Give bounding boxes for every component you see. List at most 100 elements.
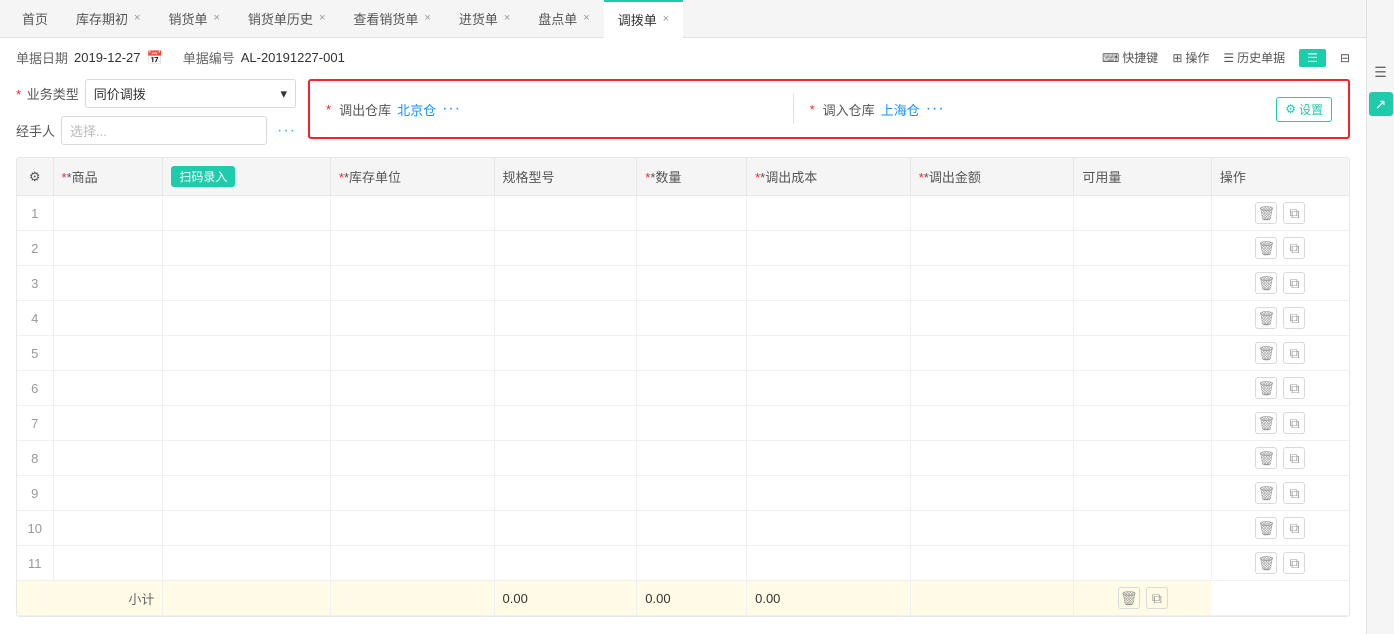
row-cost-11[interactable] bbox=[747, 546, 911, 581]
row-unit-3[interactable] bbox=[330, 266, 494, 301]
delete-row-9-button[interactable]: 🗑 bbox=[1255, 482, 1277, 504]
tab-view-sales[interactable]: 查看销货单 × bbox=[339, 0, 444, 38]
row-amount-7[interactable] bbox=[910, 406, 1074, 441]
operation-button[interactable]: ⊞ 操作 bbox=[1172, 49, 1209, 66]
row-spec-11[interactable] bbox=[494, 546, 637, 581]
row-unit-10[interactable] bbox=[330, 511, 494, 546]
row-cost-1[interactable] bbox=[747, 196, 911, 231]
delete-row-5-button[interactable]: 🗑 bbox=[1255, 342, 1277, 364]
row-amount-2[interactable] bbox=[910, 231, 1074, 266]
row-qty-11[interactable] bbox=[637, 546, 747, 581]
tab-purchase-order[interactable]: 进货单 × bbox=[445, 0, 524, 38]
row-product-4[interactable] bbox=[53, 301, 163, 336]
sidebar-list-icon[interactable]: ☰ bbox=[1369, 60, 1393, 84]
row-qty-2[interactable] bbox=[637, 231, 747, 266]
row-amount-8[interactable] bbox=[910, 441, 1074, 476]
row-product-2[interactable] bbox=[53, 231, 163, 266]
row-cost-5[interactable] bbox=[747, 336, 911, 371]
row-qty-10[interactable] bbox=[637, 511, 747, 546]
row-cost-2[interactable] bbox=[747, 231, 911, 266]
copy-row-5-button[interactable]: ⧉ bbox=[1283, 342, 1305, 364]
row-qty-3[interactable] bbox=[637, 266, 747, 301]
tab-close-view-sales[interactable]: × bbox=[424, 13, 430, 24]
row-spec-6[interactable] bbox=[494, 371, 637, 406]
row-spec-4[interactable] bbox=[494, 301, 637, 336]
row-amount-3[interactable] bbox=[910, 266, 1074, 301]
copy-row-2-button[interactable]: ⧉ bbox=[1283, 237, 1305, 259]
subtotal-copy-button[interactable]: ⧉ bbox=[1146, 587, 1168, 609]
shortcut-button[interactable]: ⌨ 快捷键 bbox=[1102, 49, 1158, 66]
business-type-select[interactable]: 同价调拨 ▾ bbox=[85, 79, 296, 108]
copy-row-4-button[interactable]: ⧉ bbox=[1283, 307, 1305, 329]
row-amount-1[interactable] bbox=[910, 196, 1074, 231]
row-qty-9[interactable] bbox=[637, 476, 747, 511]
layout-button-1[interactable]: ☰ bbox=[1299, 49, 1326, 67]
row-cost-9[interactable] bbox=[747, 476, 911, 511]
row-unit-5[interactable] bbox=[330, 336, 494, 371]
tab-close-purchase-order[interactable]: × bbox=[504, 13, 510, 24]
row-amount-9[interactable] bbox=[910, 476, 1074, 511]
copy-row-7-button[interactable]: ⧉ bbox=[1283, 412, 1305, 434]
row-qty-7[interactable] bbox=[637, 406, 747, 441]
row-unit-9[interactable] bbox=[330, 476, 494, 511]
copy-row-3-button[interactable]: ⧉ bbox=[1283, 272, 1305, 294]
row-unit-1[interactable] bbox=[330, 196, 494, 231]
copy-row-11-button[interactable]: ⧉ bbox=[1283, 552, 1305, 574]
tab-inventory-check[interactable]: 盘点单 × bbox=[524, 0, 603, 38]
subtotal-delete-button[interactable]: 🗑 bbox=[1118, 587, 1140, 609]
warehouse-in-more-icon[interactable]: ··· bbox=[926, 100, 945, 118]
tab-close-sales-order[interactable]: × bbox=[213, 13, 219, 24]
setting-button[interactable]: ⚙ 设置 bbox=[1276, 97, 1332, 122]
delete-row-11-button[interactable]: 🗑 bbox=[1255, 552, 1277, 574]
row-amount-5[interactable] bbox=[910, 336, 1074, 371]
calendar-icon[interactable]: 📅 bbox=[147, 50, 163, 66]
tab-transfer-order[interactable]: 调拨单 × bbox=[604, 0, 683, 38]
row-cost-8[interactable] bbox=[747, 441, 911, 476]
delete-row-7-button[interactable]: 🗑 bbox=[1255, 412, 1277, 434]
row-unit-2[interactable] bbox=[330, 231, 494, 266]
row-product-10[interactable] bbox=[53, 511, 163, 546]
tab-close-inventory-init[interactable]: × bbox=[134, 13, 140, 24]
tab-close-transfer-order[interactable]: × bbox=[663, 14, 669, 25]
row-unit-7[interactable] bbox=[330, 406, 494, 441]
row-amount-10[interactable] bbox=[910, 511, 1074, 546]
row-spec-3[interactable] bbox=[494, 266, 637, 301]
row-spec-5[interactable] bbox=[494, 336, 637, 371]
tab-home[interactable]: 首页 bbox=[8, 0, 62, 38]
copy-row-6-button[interactable]: ⧉ bbox=[1283, 377, 1305, 399]
row-qty-4[interactable] bbox=[637, 301, 747, 336]
delete-row-1-button[interactable]: 🗑 bbox=[1255, 202, 1277, 224]
row-product-1[interactable] bbox=[53, 196, 163, 231]
history-button[interactable]: ☰ 历史单据 bbox=[1223, 49, 1285, 66]
row-unit-4[interactable] bbox=[330, 301, 494, 336]
row-amount-4[interactable] bbox=[910, 301, 1074, 336]
scan-button[interactable]: 扫码录入 bbox=[171, 166, 235, 187]
tab-sales-history[interactable]: 销货单历史 × bbox=[234, 0, 339, 38]
tab-close-sales-history[interactable]: × bbox=[319, 13, 325, 24]
delete-row-2-button[interactable]: 🗑 bbox=[1255, 237, 1277, 259]
delete-row-6-button[interactable]: 🗑 bbox=[1255, 377, 1277, 399]
warehouse-out-value[interactable]: 北京仓 bbox=[397, 100, 436, 119]
row-unit-11[interactable] bbox=[330, 546, 494, 581]
row-cost-4[interactable] bbox=[747, 301, 911, 336]
row-spec-1[interactable] bbox=[494, 196, 637, 231]
row-spec-2[interactable] bbox=[494, 231, 637, 266]
copy-row-9-button[interactable]: ⧉ bbox=[1283, 482, 1305, 504]
row-product-5[interactable] bbox=[53, 336, 163, 371]
sidebar-expand-icon[interactable]: ↗ bbox=[1369, 92, 1393, 116]
row-qty-5[interactable] bbox=[637, 336, 747, 371]
th-settings[interactable]: ⚙ bbox=[17, 158, 53, 196]
row-product-9[interactable] bbox=[53, 476, 163, 511]
tab-inventory-init[interactable]: 库存期初 × bbox=[62, 0, 154, 38]
th-scan[interactable]: 扫码录入 bbox=[163, 158, 331, 196]
row-unit-8[interactable] bbox=[330, 441, 494, 476]
delete-row-4-button[interactable]: 🗑 bbox=[1255, 307, 1277, 329]
row-spec-8[interactable] bbox=[494, 441, 637, 476]
copy-row-8-button[interactable]: ⧉ bbox=[1283, 447, 1305, 469]
row-product-8[interactable] bbox=[53, 441, 163, 476]
copy-row-10-button[interactable]: ⧉ bbox=[1283, 517, 1305, 539]
row-product-3[interactable] bbox=[53, 266, 163, 301]
row-unit-6[interactable] bbox=[330, 371, 494, 406]
row-product-7[interactable] bbox=[53, 406, 163, 441]
row-cost-10[interactable] bbox=[747, 511, 911, 546]
